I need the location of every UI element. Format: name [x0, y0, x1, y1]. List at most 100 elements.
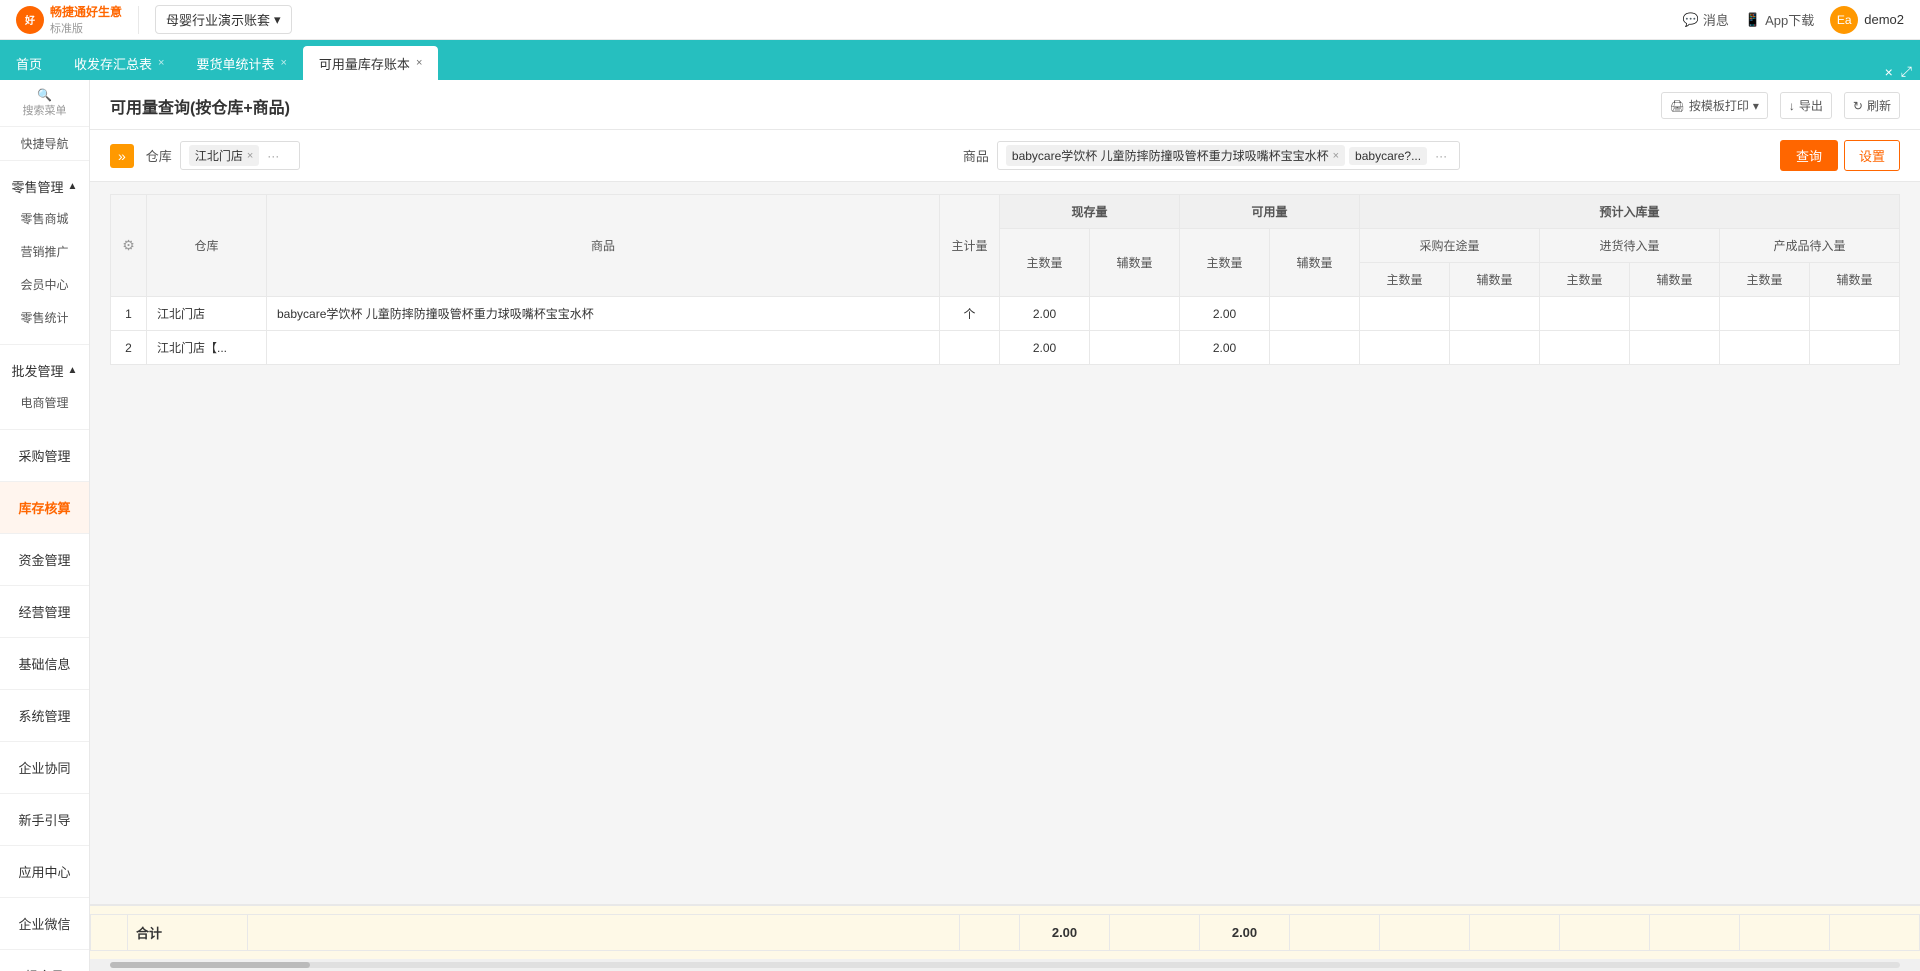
cell-inc-aux — [1630, 331, 1720, 365]
filter-warehouse-group: 仓库 江北门店 × ··· — [146, 141, 951, 170]
sidebar-finance-label: 资金管理 — [18, 550, 70, 569]
industry-selector[interactable]: 母婴行业演示账套 ▾ — [155, 5, 292, 34]
product-input[interactable]: babycare学饮杯 儿童防摔防撞吸管杯重力球吸嘴杯宝宝水杯 × babyca… — [997, 141, 1460, 170]
sidebar-item-wechat[interactable]: 企业微信 — [0, 908, 89, 939]
product-more[interactable]: ··· — [1431, 147, 1451, 165]
total-avail-aux — [1290, 915, 1380, 951]
tab-order-close[interactable]: × — [280, 57, 286, 69]
sidebar-system-label: 系统管理 — [18, 706, 70, 725]
tab-available-stock[interactable]: 可用量库存账本 × — [303, 46, 438, 80]
sidebar-item-member[interactable]: 畅会员 — [0, 960, 89, 971]
sidebar-members-label: 会员中心 — [20, 278, 68, 292]
sidebar-item-purchase[interactable]: 采购管理 — [0, 440, 89, 471]
sidebar-item-marketing[interactable]: 营销推广 — [0, 235, 89, 268]
sidebar-item-system[interactable]: 系统管理 — [0, 700, 89, 731]
industry-name: 母婴行业演示账套 — [166, 10, 270, 29]
col-stock-aux-header: 辅数量 — [1090, 229, 1180, 297]
refresh-button[interactable]: ↻ 刷新 — [1844, 92, 1900, 119]
sidebar-quick-nav-label: 快捷导航 — [20, 137, 68, 151]
sidebar-search[interactable]: 🔍 搜索菜单 — [0, 80, 89, 127]
sidebar-section-finance: 资金管理 — [0, 534, 89, 586]
sidebar-item-retail-mall[interactable]: 零售商城 — [0, 202, 89, 235]
warehouse-tag-remove[interactable]: × — [247, 150, 253, 162]
total-pur-main — [1380, 915, 1470, 951]
sidebar-section-wholesale: 批发管理 ▲ 电商管理 — [0, 345, 89, 430]
tab-home[interactable]: 首页 — [0, 46, 58, 80]
col-pur-aux-header: 辅数量 — [1450, 263, 1540, 297]
cell-pro-main — [1720, 297, 1810, 331]
sidebar-section-system: 系统管理 — [0, 690, 89, 742]
page-title-row: 可用量查询(按仓库+商品) 🖨 按模板打印 ▾ ↓ 导出 ↻ 刷新 — [110, 92, 1900, 119]
sidebar-item-operations[interactable]: 经营管理 — [0, 596, 89, 627]
gear-icon[interactable]: ⚙ — [122, 237, 135, 253]
user-area[interactable]: Ea demo2 — [1830, 6, 1904, 34]
total-empty-product — [248, 915, 960, 951]
sidebar-purchase-label: 采购管理 — [18, 446, 70, 465]
message-icon: 💬 — [1683, 12, 1699, 28]
total-avail-main: 2.00 — [1200, 915, 1290, 951]
download-label: App下载 — [1765, 10, 1814, 29]
sidebar-section-newuser: 新手引导 — [0, 794, 89, 846]
sidebar-inventory-label: 库存核算 — [18, 498, 70, 517]
sidebar-item-wholesale[interactable]: 批发管理 ▲ — [0, 355, 89, 386]
col-unit-header: 主计量 — [940, 195, 1000, 297]
product-tag-1-remove[interactable]: × — [1333, 150, 1339, 162]
col-stock-main-header: 主数量 — [1000, 229, 1090, 297]
chevron-down-icon-print: ▾ — [1753, 99, 1759, 113]
total-stock-aux — [1110, 915, 1200, 951]
sidebar-item-retail[interactable]: 零售管理 ▲ — [0, 171, 89, 202]
sidebar-section-retail: 零售管理 ▲ 零售商城 营销推广 会员中心 零售统计 — [0, 161, 89, 345]
product-tag-1: babycare学饮杯 儿童防摔防撞吸管杯重力球吸嘴杯宝宝水杯 × — [1006, 145, 1345, 166]
message-button[interactable]: 💬 消息 — [1683, 10, 1729, 29]
sidebar-marketing-label: 营销推广 — [20, 245, 68, 259]
tab-order-stats[interactable]: 要货单统计表 × — [180, 46, 302, 80]
sidebar-item-appcenter[interactable]: 应用中心 — [0, 856, 89, 887]
sidebar-newuser-label: 新手引导 — [18, 810, 70, 829]
sidebar-item-basic[interactable]: 基础信息 — [0, 648, 89, 679]
group-stock-header: 现存量 — [1000, 195, 1180, 229]
filter-row: » 仓库 江北门店 × ··· 商品 babycare学饮杯 儿童防摔防撞吸管杯… — [90, 130, 1920, 182]
page-actions: 🖨 按模板打印 ▾ ↓ 导出 ↻ 刷新 — [1661, 92, 1900, 119]
table-row: 2 江北门店【... 2.00 2.00 — [111, 331, 1900, 365]
sidebar-item-ecommerce[interactable]: 电商管理 — [0, 386, 89, 419]
sidebar-item-inventory[interactable]: 库存核算 — [0, 492, 89, 523]
chevron-down-icon: ▾ — [274, 12, 281, 28]
tab-receipt-label: 收发存汇总表 — [74, 54, 152, 73]
main-layout: 🔍 搜索菜单 快捷导航 零售管理 ▲ 零售商城 营销推广 会员中心 零售统计 — [0, 80, 1920, 971]
print-button[interactable]: 🖨 按模板打印 ▾ — [1661, 92, 1768, 119]
tab-available-close[interactable]: × — [416, 57, 422, 69]
content-area: 可用量查询(按仓库+商品) 🖨 按模板打印 ▾ ↓ 导出 ↻ 刷新 — [90, 80, 1920, 971]
tab-receipt-close[interactable]: × — [158, 57, 164, 69]
col-inc-main-header: 主数量 — [1540, 263, 1630, 297]
subgroup-production-header: 产成品待入量 — [1720, 229, 1900, 263]
total-inc-aux — [1650, 915, 1740, 951]
sidebar-section-wechat: 企业微信 — [0, 898, 89, 950]
cell-warehouse: 江北门店 — [147, 297, 267, 331]
close-all-tabs-button[interactable]: × — [1885, 64, 1893, 80]
fullscreen-button[interactable]: ⤢ — [1901, 63, 1912, 80]
export-button[interactable]: ↓ 导出 — [1780, 92, 1832, 119]
refresh-icon: ↻ — [1853, 99, 1863, 113]
settings-button[interactable]: 设置 — [1844, 140, 1900, 171]
app-download-button[interactable]: 📱 App下载 — [1745, 10, 1814, 29]
scroll-thumb[interactable] — [110, 962, 310, 968]
total-stock-main: 2.00 — [1020, 915, 1110, 951]
warehouse-input[interactable]: 江北门店 × ··· — [180, 141, 300, 170]
sidebar-quick-nav[interactable]: 快捷导航 — [0, 127, 89, 161]
sidebar-appcenter-label: 应用中心 — [18, 862, 70, 881]
sidebar-item-newuser[interactable]: 新手引导 — [0, 804, 89, 835]
subgroup-incoming-header: 进货待入量 — [1540, 229, 1720, 263]
col-inc-aux-header: 辅数量 — [1630, 263, 1720, 297]
query-button[interactable]: 查询 — [1780, 140, 1838, 171]
sidebar-item-members[interactable]: 会员中心 — [0, 268, 89, 301]
sidebar-item-enterprise[interactable]: 企业协同 — [0, 752, 89, 783]
filter-toggle-button[interactable]: » — [110, 144, 134, 168]
cell-inc-aux — [1630, 297, 1720, 331]
sidebar-item-retail-stats[interactable]: 零售统计 — [0, 301, 89, 334]
horizontal-scrollbar[interactable] — [90, 959, 1920, 971]
scroll-track — [110, 962, 1900, 968]
tab-receipt-summary[interactable]: 收发存汇总表 × — [58, 46, 180, 80]
sidebar-item-finance[interactable]: 资金管理 — [0, 544, 89, 575]
warehouse-tag: 江北门店 × — [189, 145, 259, 166]
warehouse-more[interactable]: ··· — [263, 147, 283, 165]
